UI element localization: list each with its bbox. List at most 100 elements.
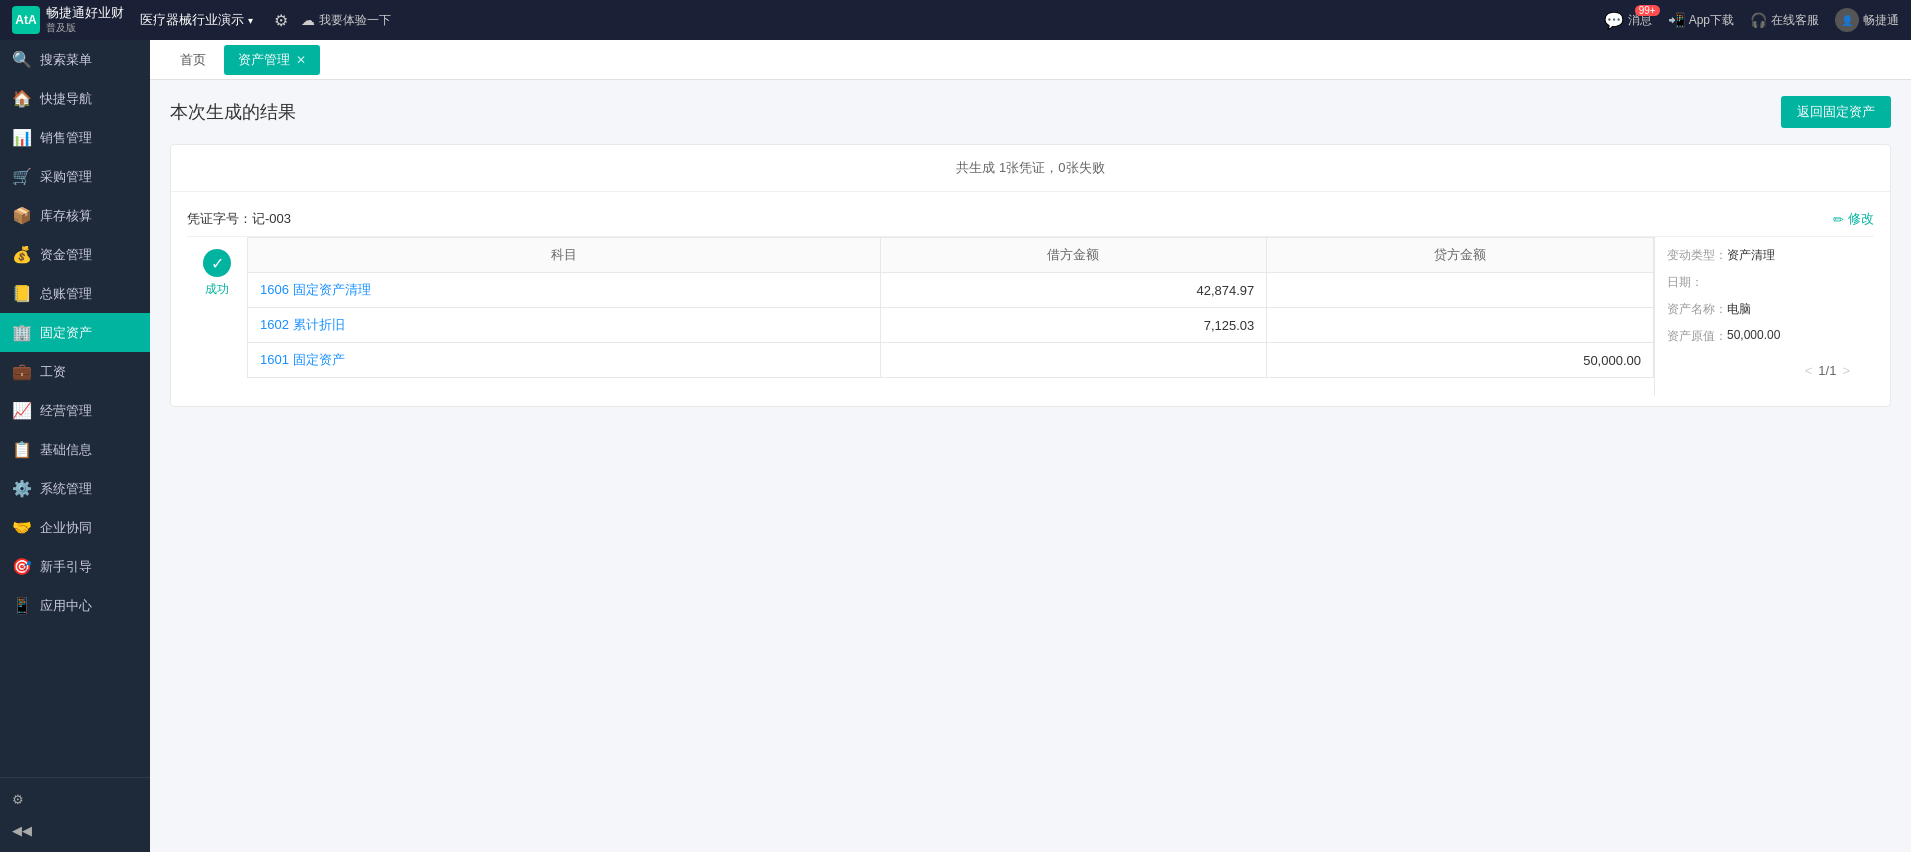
feedback-label: 我要体验一下 (319, 12, 391, 29)
edit-button[interactable]: ✏ 修改 (1833, 210, 1874, 228)
sidebar-label-ledger: 总账管理 (40, 285, 92, 303)
top-header: AtA 畅捷通好业财 普及版 医疗器械行业演示 ▾ ⚙ ☁ 我要体验一下 💬 消… (0, 0, 1911, 40)
page-header-row: 本次生成的结果 返回固定资产 (170, 96, 1891, 128)
tab-home-label: 首页 (180, 52, 206, 67)
sidebar-icon-quick-nav: 🏠 (12, 89, 32, 108)
sidebar-item-search[interactable]: 🔍 搜索菜单 (0, 40, 150, 79)
headset-icon: 🎧 (1750, 12, 1767, 28)
sidebar-label-basic-info: 基础信息 (40, 441, 92, 459)
app-download-action[interactable]: 📲 App下载 (1668, 12, 1734, 29)
prev-page-icon[interactable]: < (1805, 363, 1813, 378)
sidebar-item-quick-nav[interactable]: 🏠 快捷导航 (0, 79, 150, 118)
tab-assets[interactable]: 资产管理 ✕ (224, 45, 320, 75)
date-row: 日期： (1667, 274, 1862, 291)
sidebar-item-inventory[interactable]: 📦 库存核算 (0, 196, 150, 235)
voucher-header: 凭证字号：记-003 ✏ 修改 (187, 202, 1874, 237)
sidebar-icon-basic-info: 📋 (12, 440, 32, 459)
sidebar-label-app-center: 应用中心 (40, 597, 92, 615)
sidebar-item-ledger[interactable]: 📒 总账管理 (0, 274, 150, 313)
sidebar-icon-operations: 📈 (12, 401, 32, 420)
sidebar-item-enterprise[interactable]: 🤝 企业协同 (0, 508, 150, 547)
table-row: 1602 累计折旧 7,125.03 (248, 308, 1654, 343)
subject-cell[interactable]: 1601 固定资产 (248, 343, 881, 378)
sidebar-label-enterprise: 企业协同 (40, 519, 92, 537)
subject-cell[interactable]: 1602 累计折旧 (248, 308, 881, 343)
cloud-icon: ☁ (301, 12, 315, 28)
credit-cell: 50,000.00 (1267, 343, 1654, 378)
content-area: 首页 资产管理 ✕ 本次生成的结果 返回固定资产 共生成 1张凭证，0张失败 凭… (150, 40, 1911, 852)
sidebar-icon-funds: 💰 (12, 245, 32, 264)
date-label: 日期： (1667, 274, 1727, 291)
credit-cell (1267, 308, 1654, 343)
debit-cell: 7,125.03 (880, 308, 1267, 343)
sidebar-icon-search: 🔍 (12, 50, 32, 69)
result-panel: 共生成 1张凭证，0张失败 凭证字号：记-003 ✏ 修改 (170, 144, 1891, 407)
user-name: 畅捷通 (1863, 12, 1899, 29)
sidebar-icon-ledger: 📒 (12, 284, 32, 303)
sidebar-item-app-center[interactable]: 📱 应用中心 (0, 586, 150, 625)
sidebar-item-guide[interactable]: 🎯 新手引导 (0, 547, 150, 586)
sidebar-label-funds: 资金管理 (40, 246, 92, 264)
sidebar-label-quick-nav: 快捷导航 (40, 90, 92, 108)
sidebar-icon-fixed-assets: 🏢 (12, 323, 32, 342)
col-debit: 借方金额 (880, 238, 1267, 273)
debit-cell (880, 343, 1267, 378)
sidebar-icon-inventory: 📦 (12, 206, 32, 225)
sidebar-item-funds[interactable]: 💰 资金管理 (0, 235, 150, 274)
change-type-label: 变动类型： (1667, 247, 1727, 264)
next-page-icon[interactable]: > (1842, 363, 1850, 378)
messages-action[interactable]: 💬 消息 99+ (1604, 11, 1652, 30)
header-right: 💬 消息 99+ 📲 App下载 🎧 在线客服 👤 畅捷通 (1604, 8, 1899, 32)
customer-service-action[interactable]: 🎧 在线客服 (1750, 12, 1819, 29)
sidebar-collapse[interactable]: ◀◀ (0, 815, 150, 846)
sidebar-item-purchase[interactable]: 🛒 采购管理 (0, 157, 150, 196)
logo-area: AtA 畅捷通好业财 普及版 (12, 5, 124, 35)
sidebar-item-system[interactable]: ⚙️ 系统管理 (0, 469, 150, 508)
feedback-button[interactable]: ☁ 我要体验一下 (301, 12, 391, 29)
table-row: 1606 固定资产清理 42,874.97 (248, 273, 1654, 308)
sidebar-icon-app-center: 📱 (12, 596, 32, 615)
sidebar-item-operations[interactable]: 📈 经营管理 (0, 391, 150, 430)
tab-close-icon[interactable]: ✕ (296, 53, 306, 67)
chevron-down-icon: ▾ (248, 15, 253, 26)
avatar: 👤 (1835, 8, 1859, 32)
original-value-row: 资产原值： 50,000.00 (1667, 328, 1862, 345)
gear-button[interactable]: ⚙ (269, 8, 293, 32)
table-area: ✓ 成功 科目 借方金额 贷方金额 (187, 237, 1654, 396)
original-value-label: 资产原值： (1667, 328, 1727, 345)
return-button[interactable]: 返回固定资产 (1781, 96, 1891, 128)
sidebar-icon-guide: 🎯 (12, 557, 32, 576)
workspace-label: 医疗器械行业演示 (140, 11, 244, 29)
download-icon: 📲 (1668, 12, 1685, 28)
sidebar-label-search: 搜索菜单 (40, 51, 92, 69)
asset-name-value: 电脑 (1727, 301, 1751, 318)
sidebar-icon-system: ⚙️ (12, 479, 32, 498)
sidebar-icon-sales: 📊 (12, 128, 32, 147)
sidebar-icon-purchase: 🛒 (12, 167, 32, 186)
sidebar-item-sales[interactable]: 📊 销售管理 (0, 118, 150, 157)
messages-badge: 99+ (1635, 5, 1660, 16)
sidebar-icon-enterprise: 🤝 (12, 518, 32, 537)
tab-home[interactable]: 首页 (166, 45, 220, 75)
subject-cell[interactable]: 1606 固定资产清理 (248, 273, 881, 308)
tab-assets-label: 资产管理 (238, 51, 290, 69)
sidebar-item-payroll[interactable]: 💼 工资 (0, 352, 150, 391)
sidebar-label-operations: 经营管理 (40, 402, 92, 420)
header-left: AtA 畅捷通好业财 普及版 医疗器械行业演示 ▾ ⚙ ☁ 我要体验一下 (12, 5, 391, 35)
change-type-row: 变动类型： 资产清理 (1667, 247, 1862, 264)
tab-bar: 首页 资产管理 ✕ (150, 40, 1911, 80)
table-header-row: 科目 借方金额 贷方金额 (248, 238, 1654, 273)
sidebar-item-basic-info[interactable]: 📋 基础信息 (0, 430, 150, 469)
voucher-block: 凭证字号：记-003 ✏ 修改 ✓ 成功 (171, 192, 1890, 406)
col-subject: 科目 (248, 238, 881, 273)
sidebar-settings[interactable]: ⚙ (0, 784, 150, 815)
sidebar-item-fixed-assets[interactable]: 🏢 固定资产 (0, 313, 150, 352)
debit-cell: 42,874.97 (880, 273, 1267, 308)
original-value-value: 50,000.00 (1727, 328, 1780, 342)
user-action[interactable]: 👤 畅捷通 (1835, 8, 1899, 32)
main-layout: 🔍 搜索菜单 🏠 快捷导航 📊 销售管理 🛒 采购管理 📦 库存核算 💰 资金管… (0, 40, 1911, 852)
page-indicator: 1/1 (1818, 363, 1836, 378)
edit-icon: ✏ (1833, 212, 1844, 227)
workspace-selector[interactable]: 医疗器械行业演示 ▾ (132, 7, 261, 33)
customer-service-label: 在线客服 (1771, 12, 1819, 29)
